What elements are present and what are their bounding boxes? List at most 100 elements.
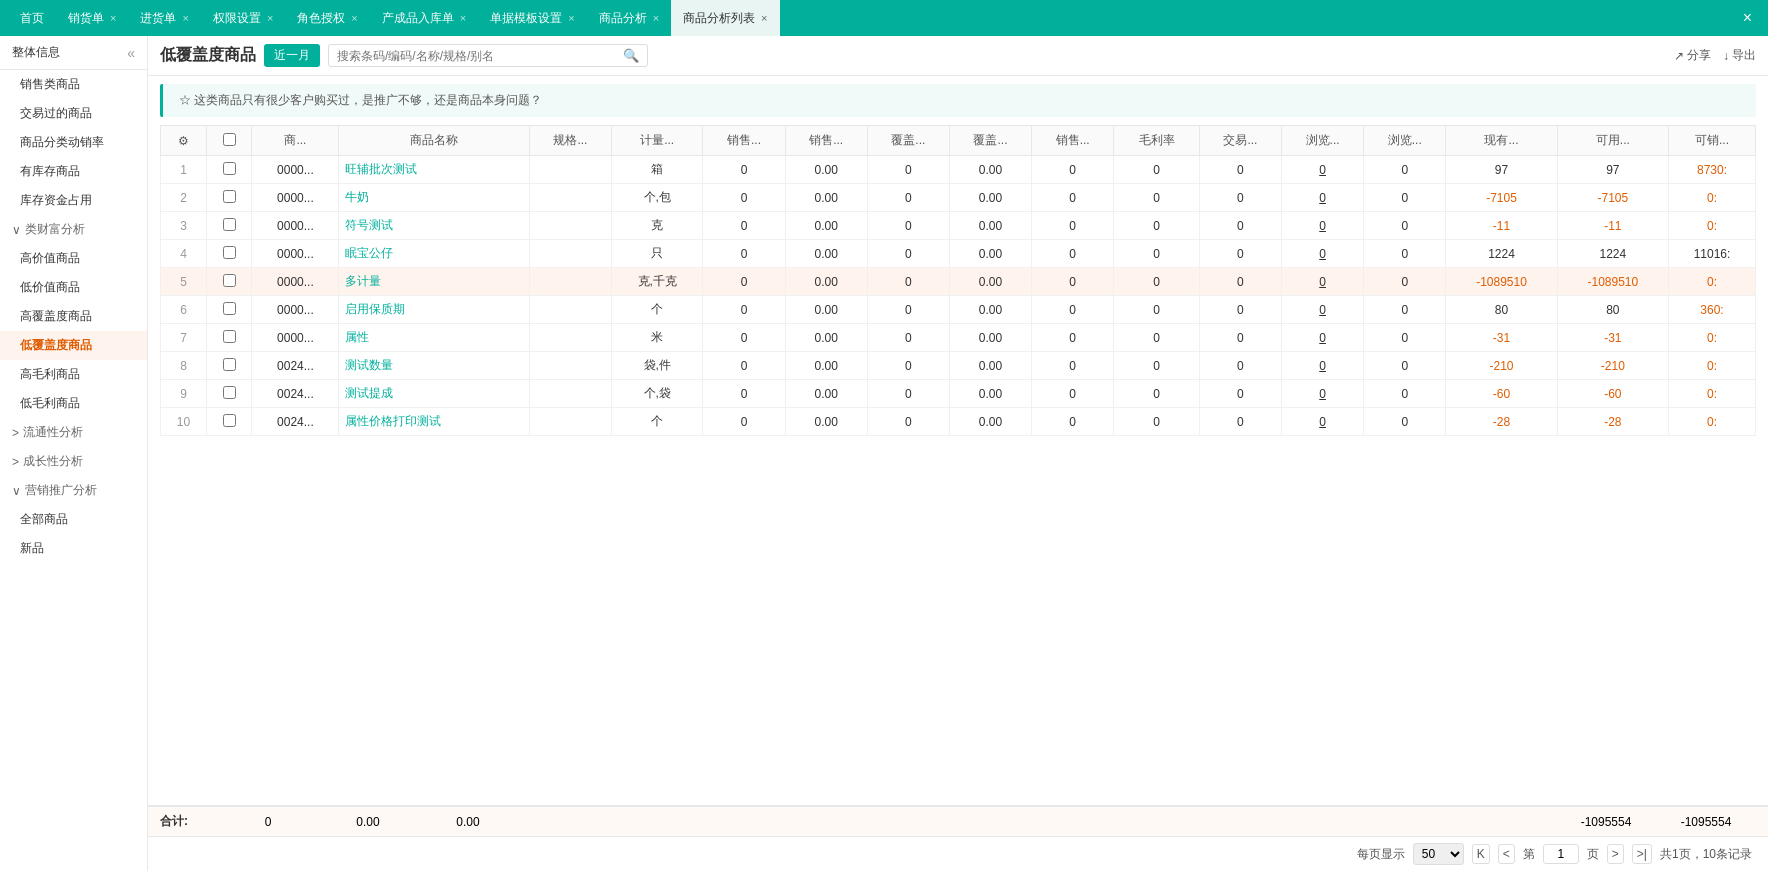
row-sale-count: 0 [1032,408,1114,436]
close-icon[interactable]: × [653,12,659,24]
nav-tab-home[interactable]: 首页 [8,0,56,36]
row-select-checkbox[interactable] [223,274,236,287]
sidebar-section-circulation[interactable]: > 流通性分析 [0,418,147,447]
row-browse1[interactable]: 0 [1282,212,1364,240]
sidebar-item-traded-goods[interactable]: 交易过的商品 [0,99,147,128]
row-name[interactable]: 眠宝公仔 [339,240,529,268]
sidebar-item-new-goods[interactable]: 新品 [0,534,147,563]
nav-tab-analysis[interactable]: 商品分析 × [587,0,671,36]
row-name[interactable]: 属性 [339,324,529,352]
row-name[interactable]: 启用保质期 [339,296,529,324]
nav-tab-template[interactable]: 单据模板设置 × [478,0,586,36]
row-checkbox[interactable] [207,296,252,324]
page-input[interactable] [1543,844,1579,864]
export-button[interactable]: ↓ 导出 [1723,47,1756,64]
row-select-checkbox[interactable] [223,358,236,371]
row-cover2: 0.00 [949,212,1031,240]
close-icon[interactable]: × [110,12,116,24]
sidebar-collapse-button[interactable]: « [127,45,135,61]
sidebar-item-low-profit[interactable]: 低毛利商品 [0,389,147,418]
nav-tab-purchase[interactable]: 进货单 × [128,0,200,36]
row-checkbox[interactable] [207,324,252,352]
row-checkbox[interactable] [207,184,252,212]
row-name[interactable]: 多计量 [339,268,529,296]
row-select-checkbox[interactable] [223,414,236,427]
row-select-checkbox[interactable] [223,330,236,343]
sidebar-item-sales-goods[interactable]: 销售类商品 [0,70,147,99]
search-box: 🔍 [328,44,648,67]
row-browse1[interactable]: 0 [1282,296,1364,324]
search-icon[interactable]: 🔍 [623,48,639,63]
row-name[interactable]: 符号测试 [339,212,529,240]
nav-tab-warehouse[interactable]: 产成品入库单 × [370,0,478,36]
filter-button[interactable]: 近一月 [264,44,320,67]
row-select-checkbox[interactable] [223,162,236,175]
first-page-button[interactable]: K [1472,844,1490,864]
col-checkbox[interactable] [207,126,252,156]
row-browse2: 0 [1364,268,1446,296]
row-browse1[interactable]: 0 [1282,184,1364,212]
per-page-select[interactable]: 50 100 200 [1413,843,1464,865]
sidebar-item-all-goods[interactable]: 全部商品 [0,505,147,534]
row-name[interactable]: 测试数量 [339,352,529,380]
row-saleable: 0: [1669,408,1756,436]
row-select-checkbox[interactable] [223,302,236,315]
row-name[interactable]: 旺辅批次测试 [339,156,529,184]
close-all-button[interactable]: × [1735,9,1760,27]
row-checkbox[interactable] [207,156,252,184]
row-browse1[interactable]: 0 [1282,240,1364,268]
sidebar-item-low-coverage[interactable]: 低覆盖度商品 [0,331,147,360]
row-checkbox[interactable] [207,352,252,380]
next-page-button[interactable]: > [1607,844,1624,864]
row-checkbox[interactable] [207,240,252,268]
sidebar-item-in-stock[interactable]: 有库存商品 [0,157,147,186]
sidebar-item-high-profit[interactable]: 高毛利商品 [0,360,147,389]
row-browse1[interactable]: 0 [1282,324,1364,352]
close-icon[interactable]: × [568,12,574,24]
close-icon[interactable]: × [460,12,466,24]
row-select-checkbox[interactable] [223,246,236,259]
share-button[interactable]: ↗ 分享 [1674,47,1711,64]
row-checkbox[interactable] [207,212,252,240]
row-gross-margin: 0 [1114,240,1200,268]
row-browse1[interactable]: 0 [1282,380,1364,408]
row-checkbox[interactable] [207,408,252,436]
close-icon[interactable]: × [267,12,273,24]
sidebar-section-wealth[interactable]: ∨ 类财富分析 [0,215,147,244]
nav-tab-permission[interactable]: 权限设置 × [201,0,285,36]
sidebar-section-marketing[interactable]: ∨ 营销推广分析 [0,476,147,505]
sidebar-section-growth[interactable]: > 成长性分析 [0,447,147,476]
prev-page-button[interactable]: < [1498,844,1515,864]
row-select-checkbox[interactable] [223,218,236,231]
last-page-button[interactable]: >| [1632,844,1652,864]
row-select-checkbox[interactable] [223,190,236,203]
row-browse1[interactable]: 0 [1282,408,1364,436]
info-banner: ☆ 这类商品只有很少客户购买过，是推广不够，还是商品本身问题？ [160,84,1756,117]
select-all-checkbox[interactable] [223,133,236,146]
nav-tab-role[interactable]: 角色授权 × [285,0,369,36]
table-wrapper[interactable]: ⚙ 商... 商品名称 规格... 计量... 销售... 销售... 覆盖..… [148,117,1768,805]
row-name[interactable]: 属性价格打印测试 [339,408,529,436]
row-browse1[interactable]: 0 [1282,352,1364,380]
sidebar-item-high-value[interactable]: 高价值商品 [0,244,147,273]
search-input[interactable] [337,49,623,63]
col-settings[interactable]: ⚙ [161,126,207,156]
sidebar-item-low-value[interactable]: 低价值商品 [0,273,147,302]
row-browse1[interactable]: 0 [1282,156,1364,184]
nav-tab-analysis-list[interactable]: 商品分析列表 × [671,0,779,36]
row-select-checkbox[interactable] [223,386,236,399]
close-icon[interactable]: × [182,12,188,24]
close-icon[interactable]: × [351,12,357,24]
close-icon[interactable]: × [761,12,767,24]
row-checkbox[interactable] [207,268,252,296]
row-code: 0000... [252,324,339,352]
row-name[interactable]: 测试提成 [339,380,529,408]
row-trade: 0 [1199,324,1281,352]
nav-tab-sales[interactable]: 销货单 × [56,0,128,36]
sidebar-item-stock-capital[interactable]: 库存资金占用 [0,186,147,215]
row-checkbox[interactable] [207,380,252,408]
row-browse1[interactable]: 0 [1282,268,1364,296]
sidebar-item-category-sales-rate[interactable]: 商品分类动销率 [0,128,147,157]
row-name[interactable]: 牛奶 [339,184,529,212]
sidebar-item-high-coverage[interactable]: 高覆盖度商品 [0,302,147,331]
